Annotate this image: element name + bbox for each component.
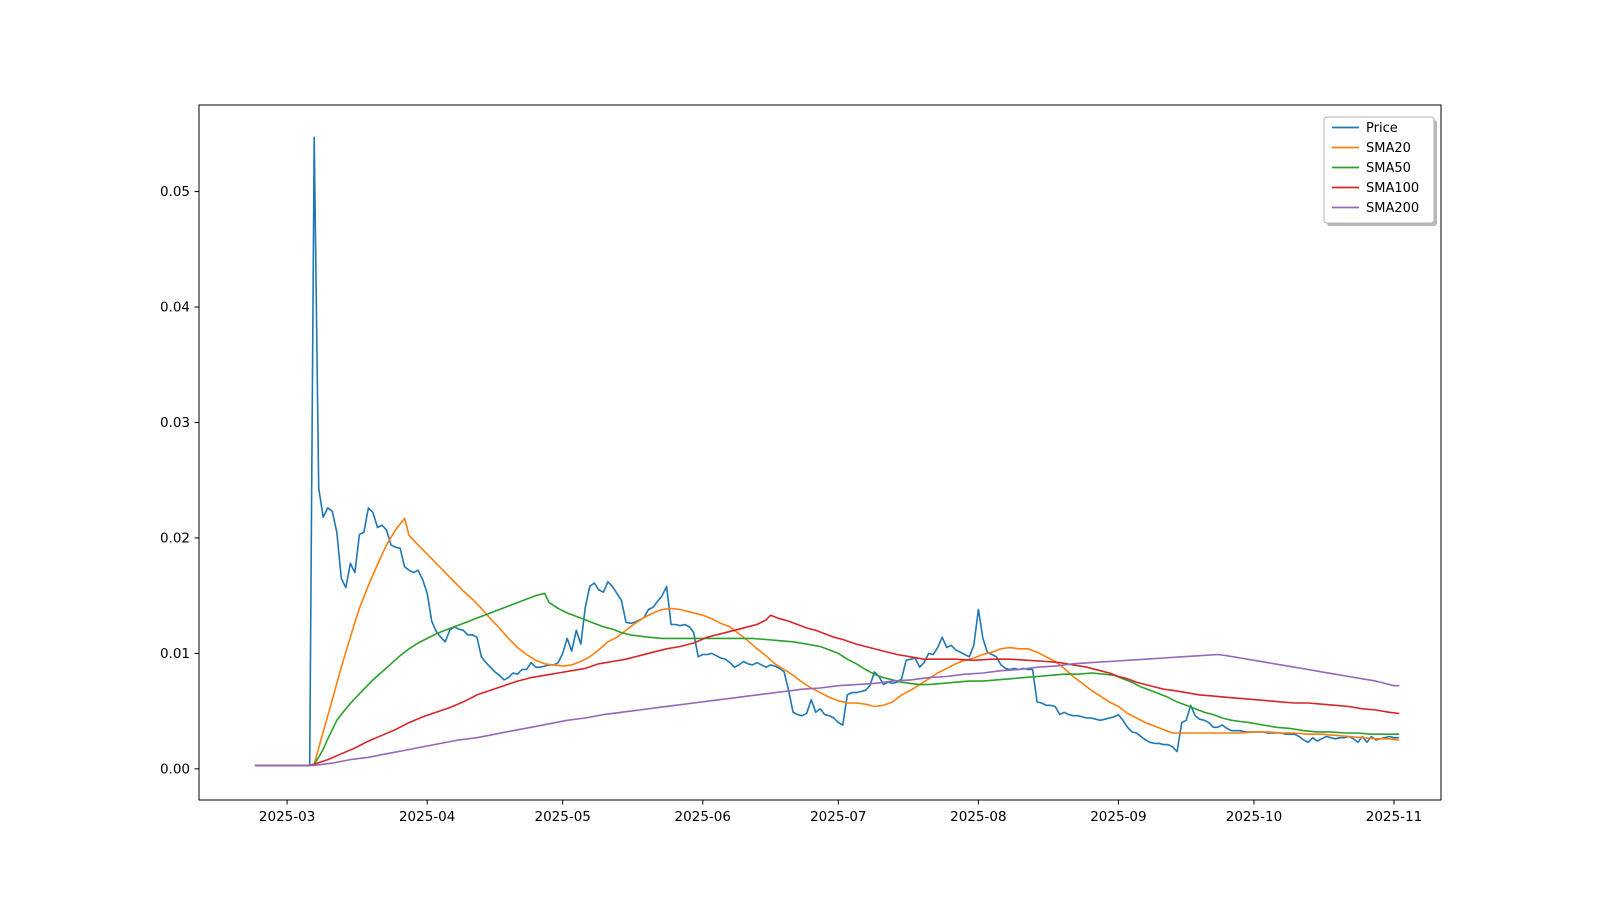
x-axis: 2025-03 2025-04 2025-05 2025-06 2025-07 2025-… bbox=[259, 800, 1422, 825]
y-tick-label: 0.01 bbox=[160, 646, 190, 662]
y-axis: 0.00 0.01 0.02 0.03 0.04 0.05 bbox=[160, 184, 199, 777]
legend-label-sma100: SMA100 bbox=[1366, 181, 1419, 196]
chart-figure: 2025-03 2025-04 2025-05 2025-06 2025-07 2025-… bbox=[0, 0, 1600, 900]
x-tick-label: 2025-04 bbox=[399, 809, 455, 825]
y-tick-label: 0.00 bbox=[160, 761, 190, 777]
legend-label-sma50: SMA50 bbox=[1366, 161, 1411, 176]
y-tick-label: 0.05 bbox=[160, 184, 190, 200]
x-tick-label: 2025-03 bbox=[259, 809, 315, 825]
series-sma200-line bbox=[254, 653, 1400, 767]
series-price-line bbox=[254, 136, 1400, 767]
legend-label-price: Price bbox=[1366, 121, 1398, 136]
x-tick-label: 2025-09 bbox=[1090, 809, 1146, 825]
price-sma-chart: 2025-03 2025-04 2025-05 2025-06 2025-07 2025-… bbox=[160, 104, 1442, 825]
x-tick-label: 2025-07 bbox=[810, 809, 866, 825]
legend-label-sma20: SMA20 bbox=[1366, 141, 1411, 156]
x-tick-label: 2025-10 bbox=[1226, 809, 1282, 825]
x-tick-label: 2025-11 bbox=[1366, 809, 1422, 825]
legend-label-sma200: SMA200 bbox=[1366, 201, 1419, 216]
legend: Price SMA20 SMA50 SMA100 SMA200 bbox=[1323, 116, 1437, 226]
y-tick-label: 0.02 bbox=[160, 530, 190, 546]
plot-area bbox=[198, 104, 1442, 801]
x-tick-label: 2025-06 bbox=[675, 809, 731, 825]
y-tick-label: 0.04 bbox=[160, 300, 190, 316]
x-tick-label: 2025-08 bbox=[950, 809, 1006, 825]
series-sma50-line bbox=[254, 592, 1400, 767]
x-tick-label: 2025-05 bbox=[534, 809, 590, 825]
y-tick-label: 0.03 bbox=[160, 415, 190, 431]
series-lines bbox=[254, 136, 1400, 767]
